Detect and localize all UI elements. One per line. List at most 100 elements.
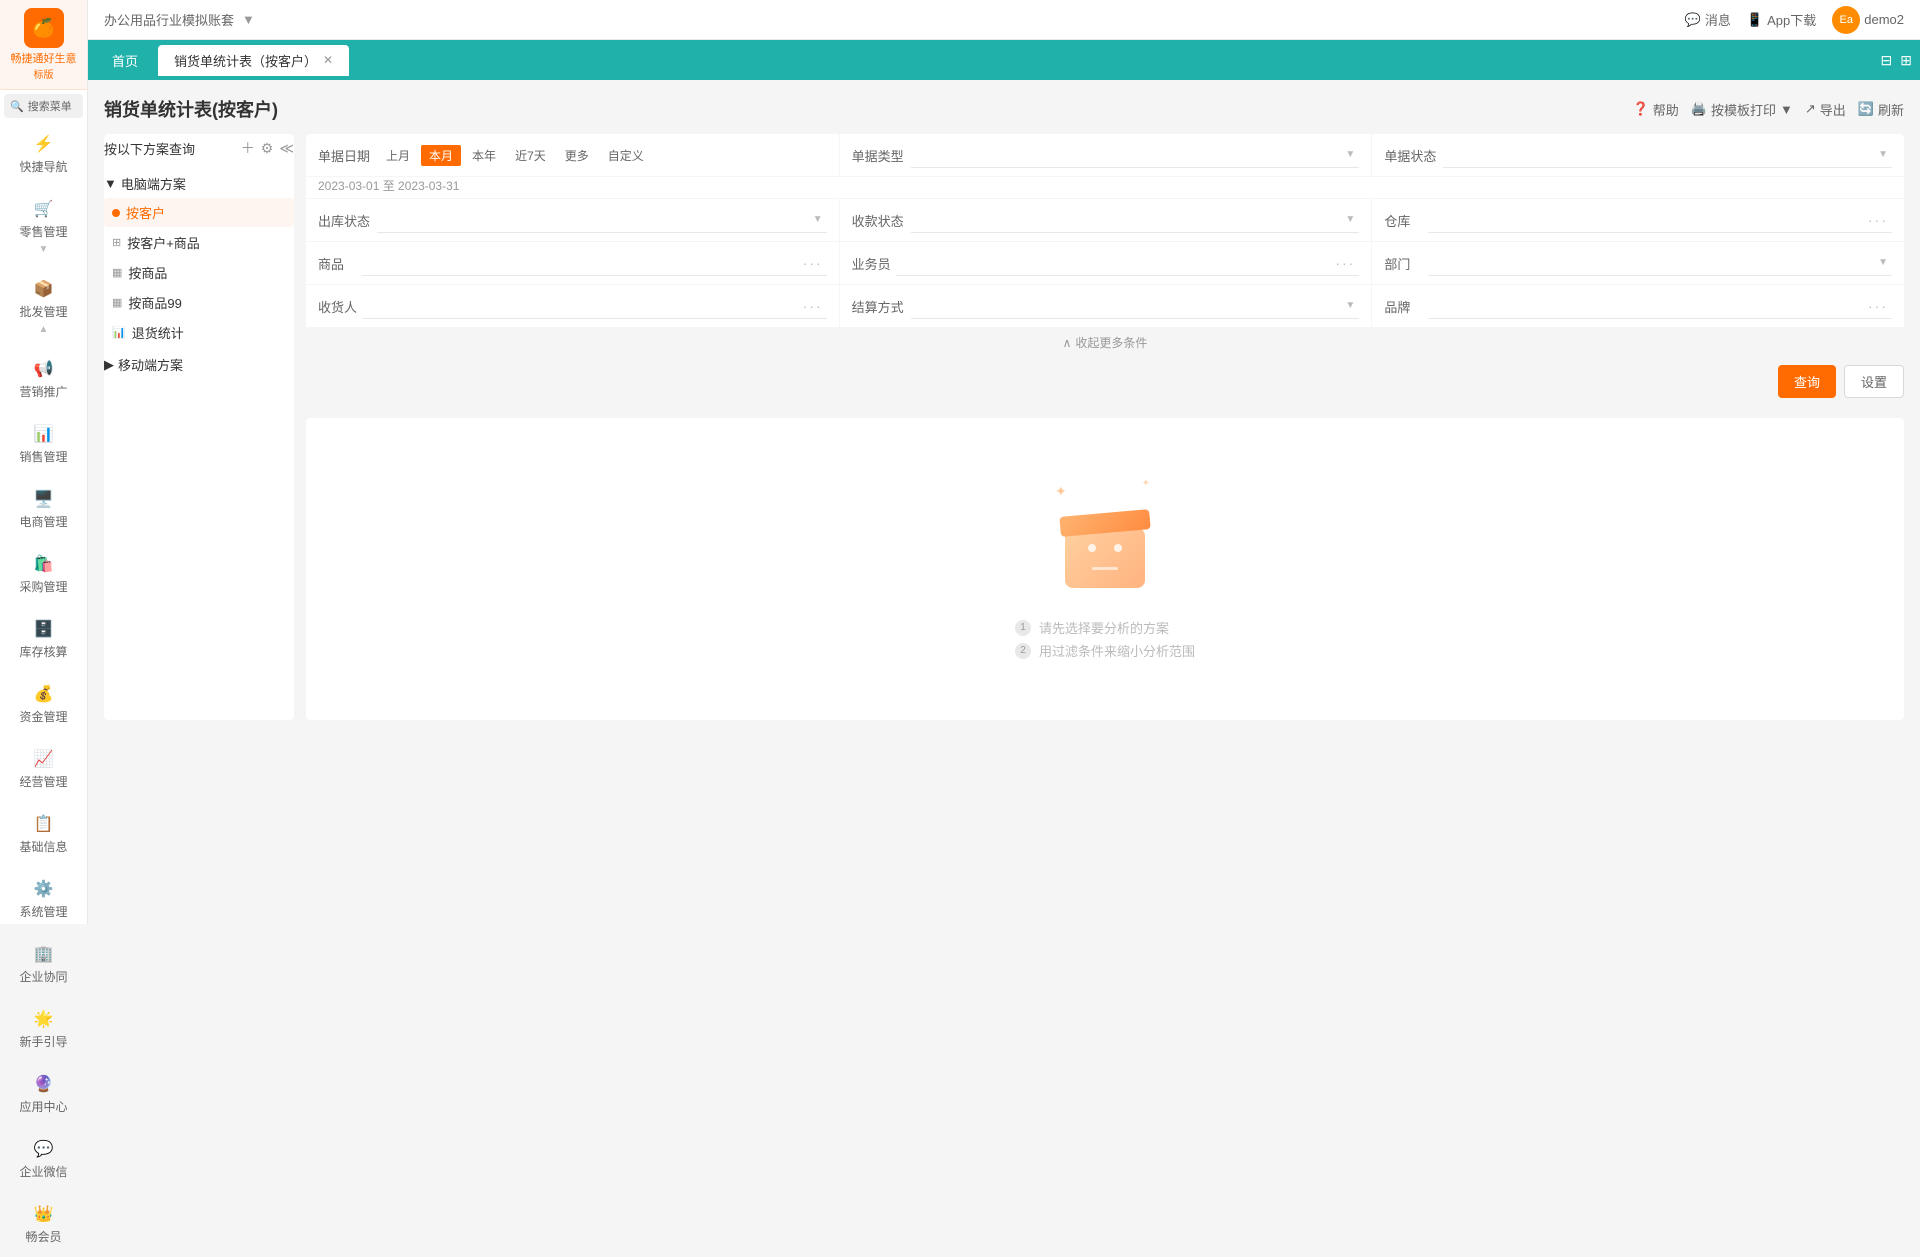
user-menu[interactable]: Ea demo2 (1832, 6, 1904, 34)
content-area: 销货单统计表(按客户) ❓ 帮助 🖨️ 按模板打印 ▼ ↗ 导出 🔄 刷新 (88, 80, 1920, 924)
help-button[interactable]: ❓ 帮助 (1633, 100, 1679, 119)
sidebar-item-operations[interactable]: 📈 经营管理 (0, 737, 87, 802)
newbie-icon: 🌟 (34, 1009, 54, 1029)
brand-input[interactable]: ··· (1428, 293, 1892, 319)
scheme-item-by-goods99[interactable]: ▦ 按商品99 (104, 288, 294, 317)
payment-input[interactable]: ▼ (911, 293, 1360, 319)
date-btn-last-month[interactable]: 上月 (378, 145, 418, 166)
logo-text: 畅捷通好生意 (11, 50, 77, 66)
sales-label: 销售管理 (19, 448, 67, 465)
operations-label: 经营管理 (19, 773, 67, 790)
sidebar-item-system[interactable]: ⚙️ 系统管理 (0, 867, 87, 932)
tab-maximize-icon[interactable]: ⊞ (1900, 52, 1912, 69)
recipient-input[interactable]: ··· (362, 293, 827, 319)
workspace-dropdown-icon[interactable]: ▼ (242, 12, 255, 27)
date-btn-custom[interactable]: 自定义 (600, 145, 652, 166)
app-download-button[interactable]: 📱 App下载 (1747, 10, 1816, 29)
scheme-item-by-customer[interactable]: 按客户 (104, 198, 294, 227)
export-icon: ↗ (1805, 101, 1816, 117)
date-filter-controls: 上月 本月 本年 近7天 更多 自定义 (378, 145, 827, 166)
warehouse-label: 仓库 (1384, 211, 1424, 230)
receipt-status-input[interactable]: ▼ (911, 207, 1360, 233)
filter-cell-salesman: 业务员 ··· (839, 242, 1372, 285)
date-btn-more[interactable]: 更多 (557, 145, 597, 166)
right-content: 单据日期 上月 本月 本年 近7天 更多 自定义 单据类型 (306, 134, 1904, 720)
export-button[interactable]: ↗ 导出 (1805, 100, 1846, 119)
table-icon: ▦ (112, 266, 122, 279)
refresh-button[interactable]: 🔄 刷新 (1858, 100, 1904, 119)
filter-cell-warehouse: 仓库 ··· (1371, 199, 1904, 242)
scheme-collapse-icon[interactable]: ≪ (279, 140, 294, 157)
tab-minimize-icon[interactable]: ⊟ (1881, 52, 1893, 69)
payment-dropdown: ▼ (1345, 300, 1355, 311)
scheme-item-by-goods[interactable]: ▦ 按商品 (104, 258, 294, 287)
sidebar-item-appscenter[interactable]: 🔮 应用中心 (0, 1062, 87, 1127)
wechat-label: 企业微信 (19, 1163, 67, 1180)
sidebar-item-member[interactable]: 👑 畅会员 (0, 1192, 87, 1257)
message-button[interactable]: 💬 消息 (1685, 10, 1731, 29)
date-btn-7days[interactable]: 近7天 (507, 145, 554, 166)
warehouse-input[interactable]: ··· (1428, 207, 1892, 233)
system-label: 系统管理 (19, 903, 67, 920)
sidebar-item-retail[interactable]: 🛒 零售管理 ▼ (0, 187, 87, 267)
out-status-input[interactable]: ▼ (377, 207, 827, 233)
collapse-bar[interactable]: ∧ 收起更多条件 (306, 328, 1904, 357)
brand-dots: ··· (1868, 298, 1888, 314)
scheme-add-button[interactable]: ＋ (241, 138, 255, 158)
query-button[interactable]: 查询 (1778, 365, 1836, 398)
filter-cell-recipient: 收货人 ··· (306, 285, 839, 328)
app-download-icon: 📱 (1747, 12, 1763, 28)
sidebar-item-newbie[interactable]: 🌟 新手引导 (0, 997, 87, 1062)
tab-close-button[interactable]: ✕ (323, 53, 333, 67)
goods-input[interactable]: ··· (362, 250, 827, 276)
scheme-panel-header: 按以下方案查询 ＋ ⚙ ≪ (104, 134, 294, 166)
department-input[interactable]: ▼ (1428, 250, 1892, 276)
scheme-item-by-customer-goods[interactable]: ⊞ 按客户+商品 (104, 228, 294, 257)
sidebar-item-purchase[interactable]: 🛍️ 采购管理 (0, 542, 87, 607)
sidebar-item-sales[interactable]: 📊 销售管理 (0, 412, 87, 477)
sidebar-item-inventory[interactable]: 🗄️ 库存核算 (0, 607, 87, 672)
scheme-group-mobile-title[interactable]: ▶ 移动端方案 (104, 351, 294, 378)
print-button[interactable]: 🖨️ 按模板打印 ▼ (1691, 100, 1793, 119)
sidebar-item-basics[interactable]: 📋 基础信息 (0, 802, 87, 867)
sidebar-item-wholesale[interactable]: 📦 批发管理 ▲ (0, 267, 87, 347)
scheme-settings-icon[interactable]: ⚙ (261, 140, 274, 157)
filter-cell-type: 单据类型 ▼ (839, 134, 1372, 177)
search-icon: 🔍 (10, 100, 24, 113)
sidebar-item-wechat[interactable]: 💬 企业微信 (0, 1127, 87, 1192)
purchase-icon: 🛍️ (34, 554, 54, 574)
table2-icon: ▦ (112, 296, 122, 309)
salesman-input[interactable]: ··· (896, 250, 1360, 276)
date-btn-this-year[interactable]: 本年 (464, 145, 504, 166)
retail-label: 零售管理 (19, 223, 67, 240)
tab-home[interactable]: 首页 (96, 45, 154, 76)
type-input[interactable]: ▼ (911, 142, 1360, 168)
settings-button[interactable]: 设置 (1844, 365, 1904, 398)
purchase-label: 采购管理 (19, 578, 67, 595)
quicknav-label: 快捷导航 (19, 158, 67, 175)
page-title: 销货单统计表(按客户) (104, 96, 278, 122)
out-status-label: 出库状态 (318, 211, 373, 230)
search-menu-item[interactable]: 🔍 搜索菜单 (4, 94, 83, 118)
finance-label: 资金管理 (19, 708, 67, 725)
scheme-group-desktop-title[interactable]: ▼ 电脑端方案 (104, 170, 294, 197)
tab-sales-stat[interactable]: 销货单统计表（按客户） ✕ (158, 45, 349, 76)
filter-row-2: 出库状态 ▼ 收款状态 ▼ (306, 199, 1904, 242)
sidebar: 🍊 畅捷通好生意 标版 🔍 搜索菜单 ⚡ 快捷导航 🛒 零售管理 ▼ 📦 批发管… (0, 0, 88, 924)
status-input[interactable]: ▼ (1443, 142, 1892, 168)
wechat-icon: 💬 (34, 1139, 54, 1159)
date-range-display: 2023-03-01 至 2023-03-31 (306, 177, 1904, 199)
search-menu-label: 搜索菜单 (28, 98, 72, 114)
workspace-name: 办公用品行业模拟账套 (104, 10, 234, 29)
date-btn-this-month[interactable]: 本月 (421, 145, 461, 166)
department-label: 部门 (1384, 254, 1424, 273)
tab-bar: 首页 销货单统计表（按客户） ✕ ⊟ ⊞ (88, 40, 1920, 80)
sidebar-item-marketing[interactable]: 📢 营销推广 (0, 347, 87, 412)
sidebar-item-finance[interactable]: 💰 资金管理 (0, 672, 87, 737)
sidebar-item-enterprise[interactable]: 🏢 企业协同 (0, 932, 87, 997)
sidebar-item-quicknav[interactable]: ⚡ 快捷导航 (0, 122, 87, 187)
salesman-label: 业务员 (852, 254, 892, 273)
sidebar-item-ecommerce[interactable]: 🖥️ 电商管理 (0, 477, 87, 542)
scheme-item-refund[interactable]: 📊 退货统计 (104, 318, 294, 347)
marketing-icon: 📢 (34, 359, 54, 379)
